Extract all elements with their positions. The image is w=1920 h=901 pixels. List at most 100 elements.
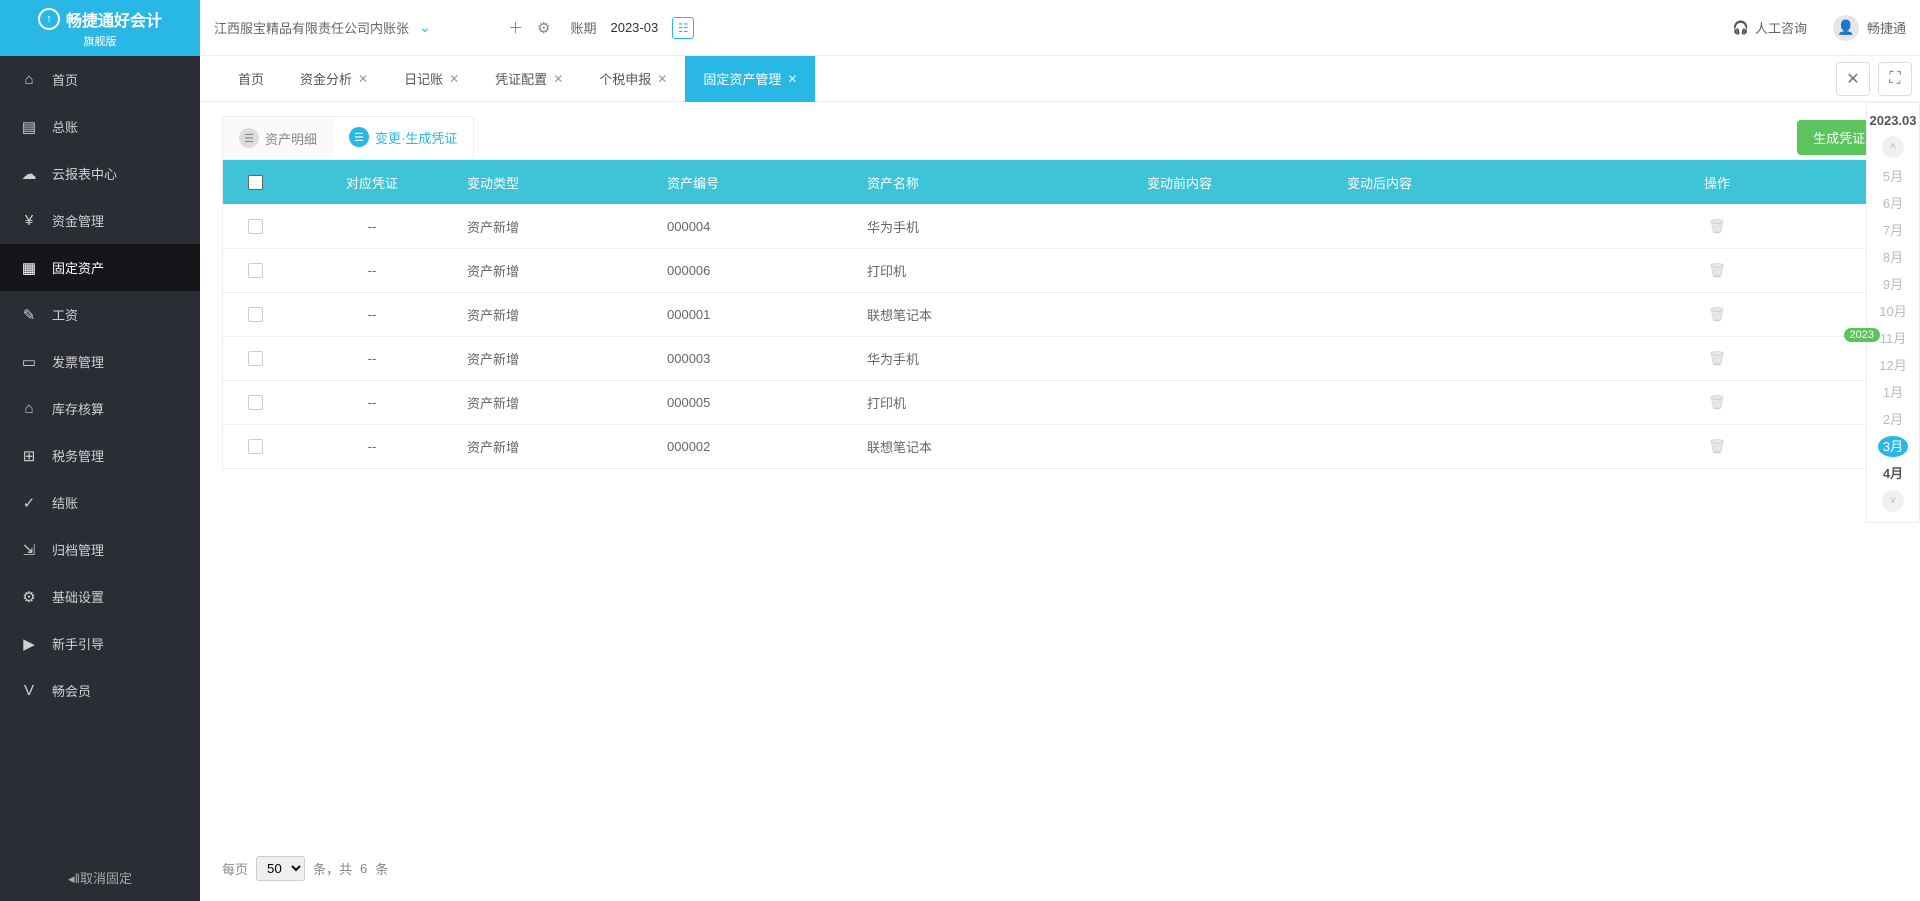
rail-month[interactable]: 12月 bbox=[1867, 351, 1919, 378]
edit-icon: ☰ bbox=[349, 127, 369, 147]
trash-icon[interactable]: 🗑 bbox=[1708, 306, 1726, 323]
tab-固定资产管理[interactable]: 固定资产管理 ✕ bbox=[685, 56, 815, 102]
close-icon[interactable]: ✕ bbox=[787, 72, 797, 86]
cell-type: 资产新增 bbox=[457, 261, 657, 280]
tab-日记账[interactable]: 日记账✕ bbox=[386, 56, 477, 102]
pager: 每页 50 条，共 6 条 bbox=[222, 842, 1898, 887]
period-label: 账期 bbox=[570, 18, 596, 37]
rail-month[interactable]: 4月 bbox=[1867, 459, 1919, 486]
sidebar-item-close-acct[interactable]: ✓结账 bbox=[0, 479, 200, 526]
add-icon[interactable]: ＋ bbox=[508, 17, 523, 38]
row-checkbox[interactable] bbox=[248, 351, 263, 366]
sidebar-item-label: 库存核算 bbox=[52, 399, 104, 418]
cell-type: 资产新增 bbox=[457, 305, 657, 324]
tab-凭证配置[interactable]: 凭证配置✕ bbox=[477, 56, 581, 102]
sidebar: ↑ 畅捷通好会计 旗舰版 ⌂首页▤总账☁云报表中心¥资金管理▦固定资产✎工资▭发… bbox=[0, 0, 200, 901]
close-icon[interactable]: ✕ bbox=[553, 72, 563, 86]
cell-voucher: -- bbox=[287, 395, 457, 410]
tab-个税申报[interactable]: 个税申报 ✕ bbox=[581, 56, 685, 102]
rail-month-label: 1月 bbox=[1883, 385, 1903, 400]
col-pre: 变动前内容 bbox=[1137, 173, 1337, 192]
month-rail: 2023.03 ˄ 5月6月7月8月9月10月11月12月1月2月3月4月 ˅ bbox=[1866, 102, 1920, 523]
close-tab-button[interactable]: ✕ bbox=[1836, 62, 1870, 96]
rail-month-label: 6月 bbox=[1883, 196, 1903, 211]
rail-month[interactable]: 9月 bbox=[1867, 270, 1919, 297]
sidebar-item-fund[interactable]: ¥资金管理 bbox=[0, 197, 200, 244]
sidebar-item-asset[interactable]: ▦固定资产 bbox=[0, 244, 200, 291]
pager-per-label: 每页 bbox=[222, 859, 248, 878]
rail-month[interactable]: 1月 bbox=[1867, 378, 1919, 405]
rail-month[interactable]: 8月 bbox=[1867, 243, 1919, 270]
close-icon[interactable]: ✕ bbox=[358, 72, 368, 86]
subtab-变更·生成凭证[interactable]: ☰变更·生成凭证 bbox=[333, 117, 473, 159]
nav-list: ⌂首页▤总账☁云报表中心¥资金管理▦固定资产✎工资▭发票管理⌂库存核算⊞税务管理… bbox=[0, 56, 200, 854]
rail-month[interactable]: 10月 bbox=[1867, 297, 1919, 324]
table-row: --资产新增000001联想笔记本🗑 bbox=[223, 292, 1897, 336]
trash-icon[interactable]: 🗑 bbox=[1708, 350, 1726, 367]
cell-voucher: -- bbox=[287, 263, 457, 278]
row-checkbox[interactable] bbox=[248, 395, 263, 410]
sidebar-item-cloud-report[interactable]: ☁云报表中心 bbox=[0, 150, 200, 197]
trash-icon[interactable]: 🗑 bbox=[1708, 394, 1726, 411]
tab-首页[interactable]: 首页 bbox=[220, 56, 282, 102]
logo: ↑ 畅捷通好会计 旗舰版 bbox=[0, 0, 200, 56]
cell-assetname: 华为手机 bbox=[857, 349, 1137, 368]
rail-month[interactable]: 3月 bbox=[1867, 432, 1919, 459]
tab-资金分析[interactable]: 资金分析✕ bbox=[282, 56, 386, 102]
sidebar-item-label: 资金管理 bbox=[52, 211, 104, 230]
list-icon: ☰ bbox=[239, 128, 259, 148]
rail-month[interactable]: 5月 bbox=[1867, 162, 1919, 189]
row-checkbox[interactable] bbox=[248, 263, 263, 278]
company-selector[interactable]: 江西服宝精品有限责任公司内账张 ⌄ bbox=[214, 18, 494, 37]
rail-month[interactable]: 2月 bbox=[1867, 405, 1919, 432]
rail-month[interactable]: 6月 bbox=[1867, 189, 1919, 216]
user-menu[interactable]: 👤 畅捷通 bbox=[1833, 15, 1906, 41]
table-row: --资产新增000005打印机🗑 bbox=[223, 380, 1897, 424]
subtab-资产明细[interactable]: ☰资产明细 bbox=[223, 117, 333, 159]
trash-icon[interactable]: 🗑 bbox=[1708, 438, 1726, 455]
sidebar-item-inventory[interactable]: ⌂库存核算 bbox=[0, 385, 200, 432]
logo-text: 畅捷通好会计 bbox=[66, 7, 162, 31]
sidebar-item-salary[interactable]: ✎工资 bbox=[0, 291, 200, 338]
rail-month-label: 11月 bbox=[1880, 331, 1907, 346]
cell-code: 000003 bbox=[657, 351, 857, 366]
sidebar-item-guide[interactable]: ▶新手引导 bbox=[0, 620, 200, 667]
sidebar-item-label: 畅会员 bbox=[52, 681, 91, 700]
sidebar-item-home[interactable]: ⌂首页 bbox=[0, 56, 200, 103]
sidebar-unpin[interactable]: ◂‖取消固定 bbox=[0, 854, 200, 901]
invoice-icon: ▭ bbox=[20, 353, 38, 371]
gear-icon[interactable]: ⚙ bbox=[537, 19, 550, 37]
row-checkbox[interactable] bbox=[248, 439, 263, 454]
sidebar-item-vip[interactable]: V 畅会员 bbox=[0, 667, 200, 714]
calendar-icon[interactable]: ☷ bbox=[672, 17, 694, 39]
cell-code: 000006 bbox=[657, 263, 857, 278]
cell-assetname: 华为手机 bbox=[857, 217, 1137, 236]
fullscreen-button[interactable]: ⛶ bbox=[1878, 62, 1912, 96]
topbar: 江西服宝精品有限责任公司内账张 ⌄ ＋ ⚙ 账期 2023-03 ☷ 🎧 人工咨… bbox=[200, 0, 1920, 56]
select-all-checkbox[interactable] bbox=[248, 175, 263, 190]
page-size-select[interactable]: 50 bbox=[256, 856, 305, 881]
row-checkbox[interactable] bbox=[248, 219, 263, 234]
sidebar-item-label: 首页 bbox=[52, 70, 78, 89]
tab-label: 个税申报 bbox=[599, 69, 651, 88]
cloud-report-icon: ☁ bbox=[20, 165, 38, 183]
rail-month[interactable]: 7月 bbox=[1867, 216, 1919, 243]
trash-icon[interactable]: 🗑 bbox=[1708, 262, 1726, 279]
close-icon[interactable]: ✕ bbox=[657, 72, 667, 86]
row-checkbox[interactable] bbox=[248, 307, 263, 322]
close-icon[interactable]: ✕ bbox=[449, 72, 459, 86]
sidebar-item-settings[interactable]: ⚙基础设置 bbox=[0, 573, 200, 620]
trash-icon[interactable]: 🗑 bbox=[1708, 218, 1726, 235]
tab-label: 固定资产管理 bbox=[703, 69, 781, 88]
rail-down-icon[interactable]: ˅ bbox=[1882, 490, 1904, 512]
cell-code: 000005 bbox=[657, 395, 857, 410]
consult-link[interactable]: 🎧 人工咨询 bbox=[1733, 18, 1807, 37]
tab-label: 首页 bbox=[238, 69, 264, 88]
col-assetname: 资产名称 bbox=[857, 173, 1137, 192]
sidebar-item-invoice[interactable]: ▭发票管理 bbox=[0, 338, 200, 385]
vip-icon: V bbox=[20, 682, 38, 700]
sidebar-item-ledger[interactable]: ▤总账 bbox=[0, 103, 200, 150]
sidebar-item-tax[interactable]: ⊞税务管理 bbox=[0, 432, 200, 479]
rail-up-icon[interactable]: ˄ bbox=[1882, 136, 1904, 158]
sidebar-item-archive[interactable]: ⇲归档管理 bbox=[0, 526, 200, 573]
